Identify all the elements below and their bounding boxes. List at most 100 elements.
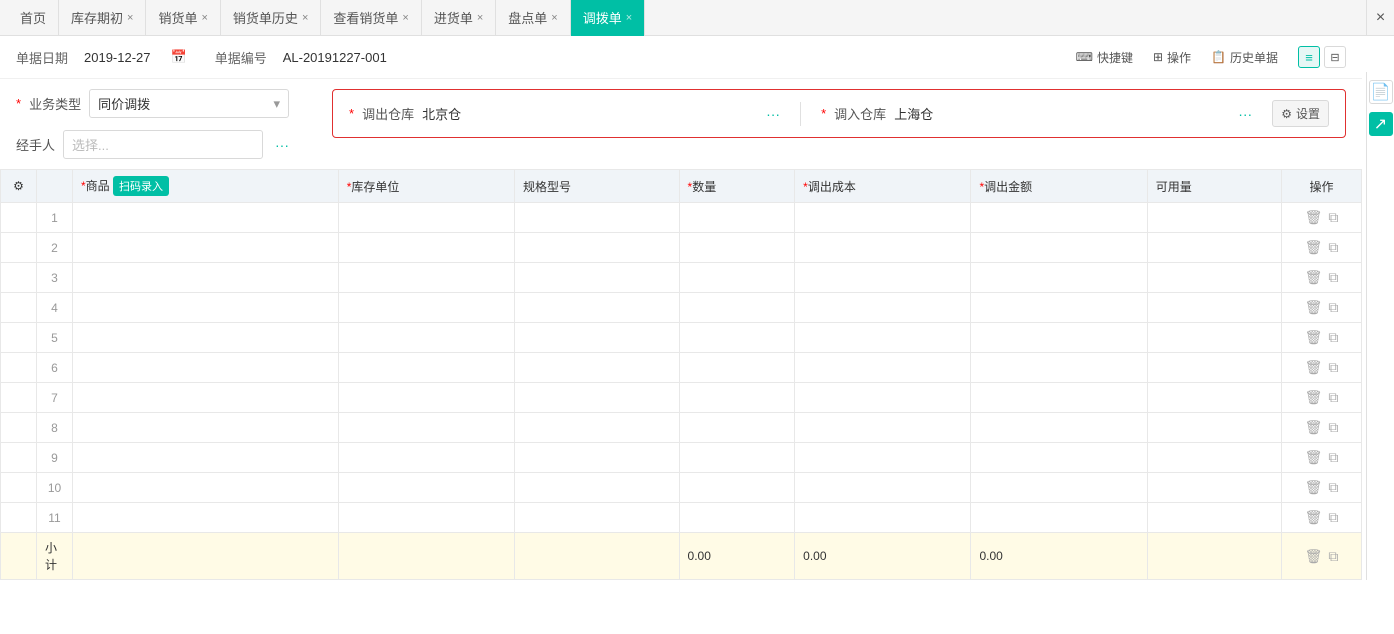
calendar-icon[interactable]: 📅: [171, 49, 187, 65]
row-delete-icon[interactable]: 🗑: [1305, 239, 1323, 256]
row-delete-icon[interactable]: 🗑: [1305, 209, 1323, 226]
row-qty-cell[interactable]: [679, 233, 795, 263]
row-unit-cell[interactable]: [338, 473, 514, 503]
row-product-cell[interactable]: [73, 203, 339, 233]
window-close-button[interactable]: ×: [1366, 0, 1394, 36]
col-settings[interactable]: ⚙: [1, 170, 37, 203]
in-warehouse-more-button[interactable]: ···: [1238, 106, 1252, 122]
row-qty-cell[interactable]: [679, 353, 795, 383]
row-product-cell[interactable]: [73, 323, 339, 353]
tab-home[interactable]: 首页: [8, 0, 59, 36]
row-spec-cell[interactable]: [515, 203, 680, 233]
shortcut-key-button[interactable]: ⌨ 快捷键: [1076, 49, 1133, 66]
row-unit-cell[interactable]: [338, 383, 514, 413]
row-amount-cell[interactable]: [971, 473, 1147, 503]
row-delete-icon[interactable]: 🗑: [1305, 479, 1323, 496]
row-copy-icon[interactable]: ⧉: [1328, 449, 1338, 466]
handler-select[interactable]: 选择...: [63, 130, 263, 159]
scan-button[interactable]: 扫码录入: [113, 176, 169, 196]
row-delete-icon[interactable]: 🗑: [1305, 419, 1323, 436]
row-unit-cell[interactable]: [338, 413, 514, 443]
row-unit-cell[interactable]: [338, 503, 514, 533]
row-copy-icon[interactable]: ⧉: [1328, 209, 1338, 226]
row-spec-cell[interactable]: [515, 413, 680, 443]
row-qty-cell[interactable]: [679, 323, 795, 353]
row-spec-cell[interactable]: [515, 263, 680, 293]
tab-inventory-init[interactable]: 库存期初 ×: [59, 0, 146, 36]
row-cost-cell[interactable]: [795, 203, 971, 233]
row-qty-cell[interactable]: [679, 503, 795, 533]
tab-check-sales[interactable]: 查看销货单 ×: [321, 0, 421, 36]
setting-button[interactable]: ⚙ 设置: [1272, 100, 1329, 127]
row-product-cell[interactable]: [73, 503, 339, 533]
row-qty-cell[interactable]: [679, 383, 795, 413]
row-cost-cell[interactable]: [795, 233, 971, 263]
row-copy-icon[interactable]: ⧉: [1328, 479, 1338, 496]
row-unit-cell[interactable]: [338, 293, 514, 323]
tab-stocktake[interactable]: 盘点单 ×: [496, 0, 570, 36]
row-cost-cell[interactable]: [795, 503, 971, 533]
row-unit-cell[interactable]: [338, 203, 514, 233]
row-spec-cell[interactable]: [515, 473, 680, 503]
tab-stocktake-close[interactable]: ×: [551, 12, 557, 24]
row-copy-icon[interactable]: ⧉: [1328, 389, 1338, 406]
row-product-cell[interactable]: [73, 383, 339, 413]
row-cost-cell[interactable]: [795, 383, 971, 413]
view-toggle-list-button[interactable]: ≡: [1298, 46, 1320, 68]
sidebar-doc-icon[interactable]: 📄: [1369, 80, 1393, 104]
row-amount-cell[interactable]: [971, 233, 1147, 263]
tab-check-sales-close[interactable]: ×: [402, 12, 408, 24]
row-qty-cell[interactable]: [679, 203, 795, 233]
row-qty-cell[interactable]: [679, 443, 795, 473]
subtotal-delete-icon[interactable]: 🗑: [1305, 548, 1323, 565]
row-product-cell[interactable]: [73, 443, 339, 473]
tab-inventory-init-close[interactable]: ×: [127, 12, 133, 24]
row-copy-icon[interactable]: ⧉: [1328, 269, 1338, 286]
tab-sales-order[interactable]: 销货单 ×: [146, 0, 220, 36]
row-delete-icon[interactable]: 🗑: [1305, 269, 1323, 286]
out-warehouse-more-button[interactable]: ···: [766, 106, 780, 122]
tab-sales-history-close[interactable]: ×: [302, 12, 308, 24]
operation-button[interactable]: ⊞ 操作: [1153, 49, 1191, 66]
row-unit-cell[interactable]: [338, 443, 514, 473]
row-amount-cell[interactable]: [971, 323, 1147, 353]
row-product-cell[interactable]: [73, 413, 339, 443]
row-copy-icon[interactable]: ⧉: [1328, 239, 1338, 256]
row-amount-cell[interactable]: [971, 413, 1147, 443]
row-delete-icon[interactable]: 🗑: [1305, 449, 1323, 466]
row-cost-cell[interactable]: [795, 323, 971, 353]
history-button[interactable]: 📋 历史单据: [1211, 49, 1278, 66]
row-cost-cell[interactable]: [795, 353, 971, 383]
row-unit-cell[interactable]: [338, 353, 514, 383]
row-cost-cell[interactable]: [795, 473, 971, 503]
row-delete-icon[interactable]: 🗑: [1305, 359, 1323, 376]
row-spec-cell[interactable]: [515, 503, 680, 533]
row-product-cell[interactable]: [73, 473, 339, 503]
row-amount-cell[interactable]: [971, 203, 1147, 233]
row-amount-cell[interactable]: [971, 443, 1147, 473]
row-unit-cell[interactable]: [338, 323, 514, 353]
row-delete-icon[interactable]: 🗑: [1305, 389, 1323, 406]
row-delete-icon[interactable]: 🗑: [1305, 509, 1323, 526]
row-product-cell[interactable]: [73, 233, 339, 263]
row-amount-cell[interactable]: [971, 263, 1147, 293]
row-copy-icon[interactable]: ⧉: [1328, 299, 1338, 316]
row-unit-cell[interactable]: [338, 233, 514, 263]
row-product-cell[interactable]: [73, 353, 339, 383]
biz-type-select[interactable]: 同价调拨 ▾: [89, 89, 289, 118]
row-spec-cell[interactable]: [515, 293, 680, 323]
row-cost-cell[interactable]: [795, 263, 971, 293]
row-copy-icon[interactable]: ⧉: [1328, 359, 1338, 376]
tab-purchase-order[interactable]: 进货单 ×: [422, 0, 496, 36]
row-copy-icon[interactable]: ⧉: [1328, 419, 1338, 436]
row-copy-icon[interactable]: ⧉: [1328, 329, 1338, 346]
tab-purchase-order-close[interactable]: ×: [477, 12, 483, 24]
row-qty-cell[interactable]: [679, 413, 795, 443]
row-delete-icon[interactable]: 🗑: [1305, 299, 1323, 316]
row-unit-cell[interactable]: [338, 263, 514, 293]
row-delete-icon[interactable]: 🗑: [1305, 329, 1323, 346]
row-cost-cell[interactable]: [795, 413, 971, 443]
row-amount-cell[interactable]: [971, 353, 1147, 383]
subtotal-copy-icon[interactable]: ⧉: [1328, 548, 1338, 565]
row-qty-cell[interactable]: [679, 293, 795, 323]
